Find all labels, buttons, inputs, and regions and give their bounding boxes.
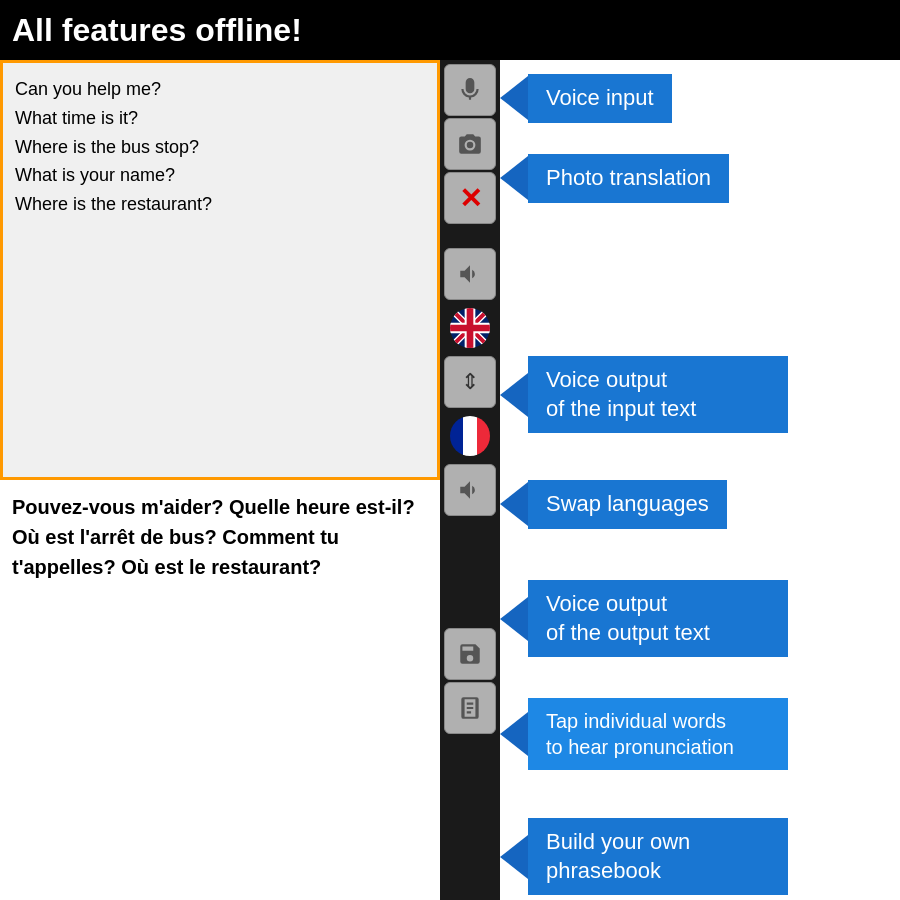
voice-output-output-callout: Voice outputof the output text [500,580,788,657]
output-text-area: Pouvez-vous m'aider? Quelle heure est-il… [0,480,440,900]
microphone-button[interactable] [444,64,496,116]
left-panel: Can you help me? What time is it? Where … [0,60,440,900]
photo-translation-callout: Photo translation [500,154,729,203]
source-language-button[interactable] [444,302,496,354]
phrasebook-callout: Build your ownphrasebook [500,818,788,895]
voice-input-label: Voice input [528,74,672,123]
right-panel: Voice input Photo translation Voice outp… [500,60,900,900]
voice-input-speaker-button[interactable] [444,248,496,300]
voice-input-callout: Voice input [500,74,672,123]
voice-output-output-label: Voice outputof the output text [528,580,788,657]
swap-languages-callout: Swap languages [500,480,727,529]
toolbar: ✕ ⇕ [440,60,500,900]
open-phrasebook-button[interactable] [444,682,496,734]
callout-arrow [500,76,528,120]
input-line-4: What is your name? [15,161,425,190]
photo-translation-label: Photo translation [528,154,729,203]
camera-button[interactable] [444,118,496,170]
input-line-1: Can you help me? [15,75,425,104]
clear-button[interactable]: ✕ [444,172,496,224]
target-language-button[interactable] [444,410,496,462]
phrasebook-label: Build your ownphrasebook [528,818,788,895]
swap-icon: ⇕ [461,369,479,395]
callout-arrow [500,835,528,879]
tap-words-label: Tap individual wordsto hear pronunciatio… [528,698,788,770]
input-line-3: Where is the bus stop? [15,133,425,162]
swap-languages-button[interactable]: ⇕ [444,356,496,408]
input-text-area[interactable]: Can you help me? What time is it? Where … [0,60,440,480]
app-header: All features offline! [0,0,900,60]
swap-languages-label: Swap languages [528,480,727,529]
callout-arrow [500,156,528,200]
x-icon: ✕ [459,182,482,215]
voice-output-speaker-button[interactable] [444,464,496,516]
voice-output-input-callout: Voice outputof the input text [500,356,788,433]
voice-output-input-label: Voice outputof the input text [528,356,788,433]
callout-arrow [500,482,528,526]
input-line-5: Where is the restaurant? [15,190,425,219]
save-phrasebook-button[interactable] [444,628,496,680]
input-line-2: What time is it? [15,104,425,133]
callout-arrow [500,373,528,417]
callout-arrow [500,597,528,641]
callout-arrow [500,712,528,756]
output-text: Pouvez-vous m'aider? Quelle heure est-il… [12,496,415,578]
app-title: All features offline! [12,12,302,49]
tap-words-callout: Tap individual wordsto hear pronunciatio… [500,698,788,770]
